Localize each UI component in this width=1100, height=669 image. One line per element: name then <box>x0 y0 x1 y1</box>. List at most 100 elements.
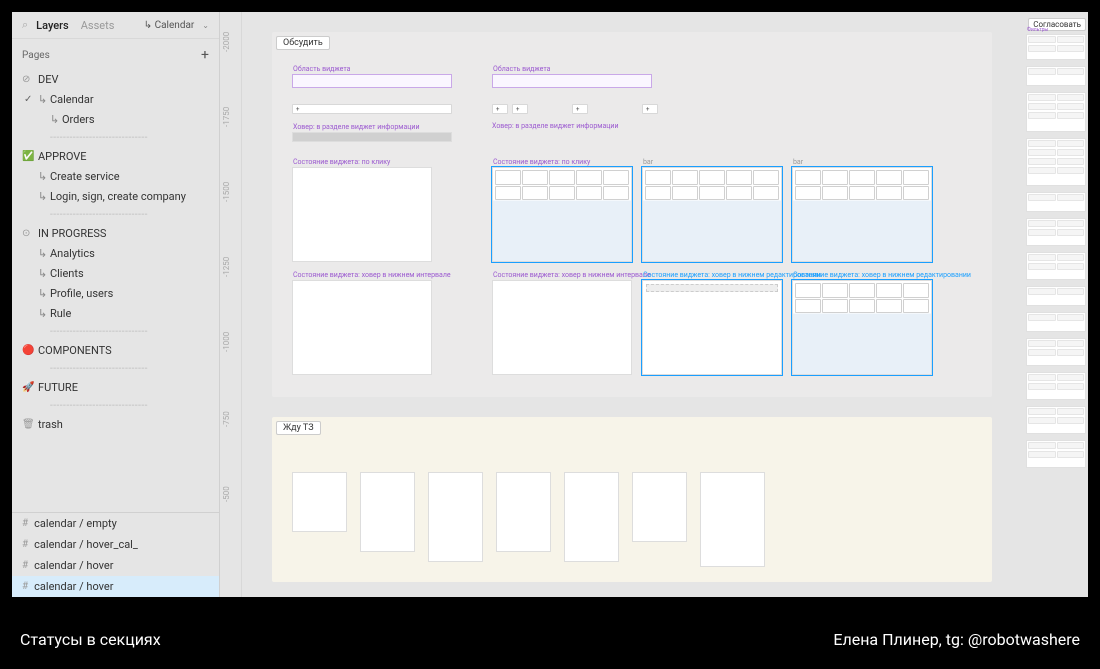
mini-2[interactable] <box>360 472 415 552</box>
mini-5[interactable] <box>564 472 619 562</box>
page-item[interactable]: 🚀FUTURE <box>12 377 219 397</box>
page-item[interactable]: ⊙IN PROGRESS <box>12 223 219 243</box>
button-chip-1[interactable]: + <box>492 104 508 114</box>
frame-icon: # <box>22 539 28 550</box>
ruler-tick: -1000 <box>222 332 231 352</box>
ruler-tick: -1500 <box>222 182 231 202</box>
pages-list: ⊘DEVCalendar Orders ----------------------… <box>12 69 219 512</box>
app-window: ⌕ Layers Assets Calendar ⌄ Pages + ⊘DEVC… <box>12 12 1088 597</box>
rail-block[interactable] <box>1026 338 1086 366</box>
frame-row5-1[interactable]: Состояние виджета: ховер в нижнем интерв… <box>292 280 432 375</box>
vertical-ruler: -2000-1750-1500-1250-1000-750-500 <box>220 12 242 597</box>
frame-row5-3[interactable]: Состояние виджета: ховер в нижнем редакт… <box>642 280 782 375</box>
button-widget-1[interactable]: + <box>292 104 452 114</box>
frame-icon: # <box>22 518 28 529</box>
add-page-button[interactable]: + <box>201 47 209 63</box>
chevron-down-icon[interactable]: ⌄ <box>202 21 209 30</box>
rail-block[interactable] <box>1026 252 1086 280</box>
frame-row5-2[interactable]: Состояние виджета: ховер в нижнем интерв… <box>492 280 632 375</box>
frame-hover-2[interactable]: Ховер: в разделе виджет информации <box>492 132 652 142</box>
page-label: APPROVE <box>38 150 87 163</box>
frame-bar-1[interactable]: Состояние виджета: по клику <box>492 167 632 262</box>
page-item[interactable]: Calendar <box>12 89 219 109</box>
page-label: Login, sign, create company <box>38 190 186 203</box>
frame-breadcrumb[interactable]: Calendar <box>144 20 195 31</box>
panel-tabs: Layers Assets <box>36 19 136 32</box>
mini-4[interactable] <box>496 472 551 552</box>
section-agree[interactable]: Фильтры <box>1026 34 1086 474</box>
rail-block[interactable] <box>1026 92 1086 132</box>
page-label: Analytics <box>38 247 95 260</box>
page-item[interactable]: Login, sign, create company <box>12 186 219 206</box>
page-item[interactable]: 🗑trash <box>12 414 219 434</box>
page-label: trash <box>38 418 63 431</box>
page-item[interactable]: ✅ APPROVE <box>12 146 219 166</box>
section-discuss[interactable]: Обсудить Область виджета Область виджета… <box>272 32 992 397</box>
layer-item[interactable]: # calendar / empty <box>12 513 219 534</box>
page-label: Clients <box>38 267 84 280</box>
rail-block[interactable] <box>1026 406 1086 434</box>
page-label: DEV <box>38 73 58 86</box>
search-icon[interactable]: ⌕ <box>22 18 28 32</box>
layer-label: calendar / hover_cal_ <box>34 538 138 551</box>
frame-area-1[interactable]: Область виджета <box>292 74 452 88</box>
ruler-tick: -750 <box>222 411 231 427</box>
frame-row5-4[interactable]: Состояние виджета: ховер в нижнем редакт… <box>792 280 932 375</box>
rail-block[interactable] <box>1026 312 1086 332</box>
rail-block[interactable] <box>1026 372 1086 400</box>
rail-block[interactable] <box>1026 192 1086 212</box>
frame-bar-3[interactable]: bar <box>792 167 932 262</box>
page-item[interactable]: 🔴COMPONENTS <box>12 340 219 360</box>
mini-1[interactable] <box>292 472 347 532</box>
button-chip-2[interactable]: + <box>512 104 528 114</box>
page-item[interactable]: Analytics <box>12 243 219 263</box>
page-label: Rule <box>38 307 71 320</box>
page-item[interactable]: Rule <box>12 303 219 323</box>
page-label: Create service <box>38 170 120 183</box>
layer-item[interactable]: # calendar / hover_cal_ <box>12 534 219 555</box>
page-item[interactable]: ⊘DEV <box>12 69 219 89</box>
rail-block[interactable] <box>1026 66 1086 86</box>
frame-area-2[interactable]: Область виджета <box>492 74 652 88</box>
layer-label: calendar / hover <box>34 580 113 593</box>
page-prefix-icon: ✅ <box>22 151 34 162</box>
section-tag[interactable]: Обсудить <box>276 36 330 50</box>
rail-block[interactable] <box>1026 440 1086 468</box>
caption-bar: Статусы в секциях Елена Плинер, tg: @rob… <box>0 609 1100 669</box>
layers-list: #calendar / empty#calendar / hover_cal_#… <box>12 512 219 597</box>
frame-hover-1[interactable]: Ховер: в разделе виджет информации <box>292 132 452 142</box>
page-item[interactable]: Clients <box>12 263 219 283</box>
layer-item[interactable]: #calendar / hover <box>12 555 219 576</box>
page-prefix-icon: 🚀 <box>22 382 34 393</box>
page-label: Profile, users <box>38 287 113 300</box>
pages-header: Pages + <box>12 39 219 69</box>
section-waiting[interactable]: Жду ТЗ <box>272 417 992 582</box>
page-label: Orders <box>50 113 95 126</box>
layer-label: calendar / empty <box>34 517 117 530</box>
rail-block[interactable] <box>1026 286 1086 306</box>
page-prefix-icon: 🗑 <box>22 419 35 430</box>
rail-block[interactable] <box>1026 138 1086 186</box>
ruler-tick: -1250 <box>222 257 231 277</box>
page-divider: ------------------------------ <box>12 323 219 340</box>
page-item[interactable]: Profile, users <box>12 283 219 303</box>
frame-widget-empty-1[interactable]: Состояние виджета: по клику <box>292 167 432 262</box>
page-item[interactable]: Orders <box>12 109 219 129</box>
page-label: IN PROGRESS <box>38 227 106 240</box>
section-tag-2[interactable]: Жду ТЗ <box>276 421 321 435</box>
tab-layers[interactable]: Layers <box>36 19 69 32</box>
button-chip-4[interactable]: + <box>642 104 658 114</box>
frame-bar-2[interactable]: bar <box>642 167 782 262</box>
mini-6[interactable] <box>632 472 687 542</box>
mini-3[interactable] <box>428 472 483 562</box>
page-item[interactable]: Create service <box>12 166 219 186</box>
button-chip-3[interactable]: + <box>572 104 588 114</box>
sidebar-top: ⌕ Layers Assets Calendar ⌄ <box>12 12 219 39</box>
rail-block[interactable]: Фильтры <box>1026 34 1086 60</box>
mini-7[interactable] <box>700 472 765 567</box>
rail-block[interactable] <box>1026 218 1086 246</box>
layer-item[interactable]: #calendar / hover <box>12 576 219 597</box>
page-divider: ------------------------------ <box>12 129 219 146</box>
tab-assets[interactable]: Assets <box>81 19 115 32</box>
canvas[interactable]: Обсудить Область виджета Область виджета… <box>242 12 1088 597</box>
